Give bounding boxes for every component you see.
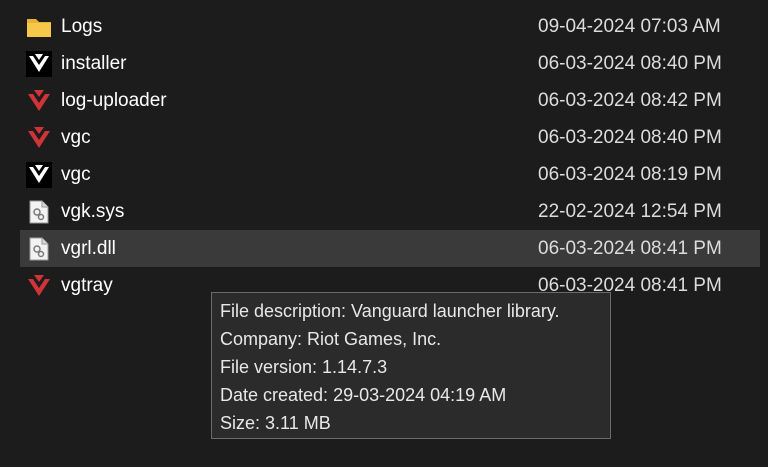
file-list: Logs 09-04-2024 07:03 AM installer 06-03… <box>0 8 768 304</box>
file-name: vgk.sys <box>61 201 125 222</box>
file-row-installer[interactable]: installer 06-03-2024 08:40 PM <box>20 45 760 82</box>
file-row-vgrl-dll[interactable]: vgrl.dll 06-03-2024 08:41 PM <box>20 230 760 267</box>
file-row-vgc-red[interactable]: vgc 06-03-2024 08:40 PM <box>20 119 760 156</box>
file-name: Logs <box>61 16 103 37</box>
tooltip-size: Size: 3.11 MB <box>220 413 331 433</box>
tooltip-company: Company: Riot Games, Inc. <box>220 329 442 349</box>
vanguard-white-icon <box>26 161 52 188</box>
file-row-vgk-sys[interactable]: vgk.sys 22-02-2024 12:54 PM <box>20 193 760 230</box>
file-row-log-uploader[interactable]: log-uploader 06-03-2024 08:42 PM <box>20 82 760 119</box>
file-row-logs[interactable]: Logs 09-04-2024 07:03 AM <box>20 8 760 45</box>
file-date: 22-02-2024 12:54 PM <box>538 201 722 222</box>
vanguard-red-icon <box>26 273 52 299</box>
file-date: 06-03-2024 08:19 PM <box>538 164 722 185</box>
file-date: 06-03-2024 08:40 PM <box>538 127 722 148</box>
file-date: 06-03-2024 08:41 PM <box>538 238 722 259</box>
file-date: 06-03-2024 08:42 PM <box>538 90 722 111</box>
file-name: log-uploader <box>61 90 167 111</box>
file-name: vgtray <box>61 275 113 296</box>
file-name: vgc <box>61 164 91 185</box>
vanguard-white-icon <box>26 50 52 77</box>
file-info-tooltip: File description: Vanguard launcher libr… <box>211 292 611 439</box>
file-date: 09-04-2024 07:03 AM <box>538 16 721 37</box>
system-file-icon <box>26 199 52 225</box>
folder-icon <box>26 14 52 40</box>
tooltip-date-created: Date created: 29-03-2024 04:19 AM <box>220 385 507 405</box>
file-name: vgc <box>61 127 91 148</box>
file-date: 06-03-2024 08:40 PM <box>538 53 722 74</box>
dll-file-icon <box>26 236 52 262</box>
file-name: vgrl.dll <box>61 238 116 259</box>
file-row-vgc-white[interactable]: vgc 06-03-2024 08:19 PM <box>20 156 760 193</box>
file-name: installer <box>61 53 127 74</box>
vanguard-red-icon <box>26 125 52 151</box>
tooltip-description: File description: Vanguard launcher libr… <box>220 301 560 321</box>
tooltip-version: File version: 1.14.7.3 <box>220 357 388 377</box>
vanguard-red-icon <box>26 88 52 114</box>
